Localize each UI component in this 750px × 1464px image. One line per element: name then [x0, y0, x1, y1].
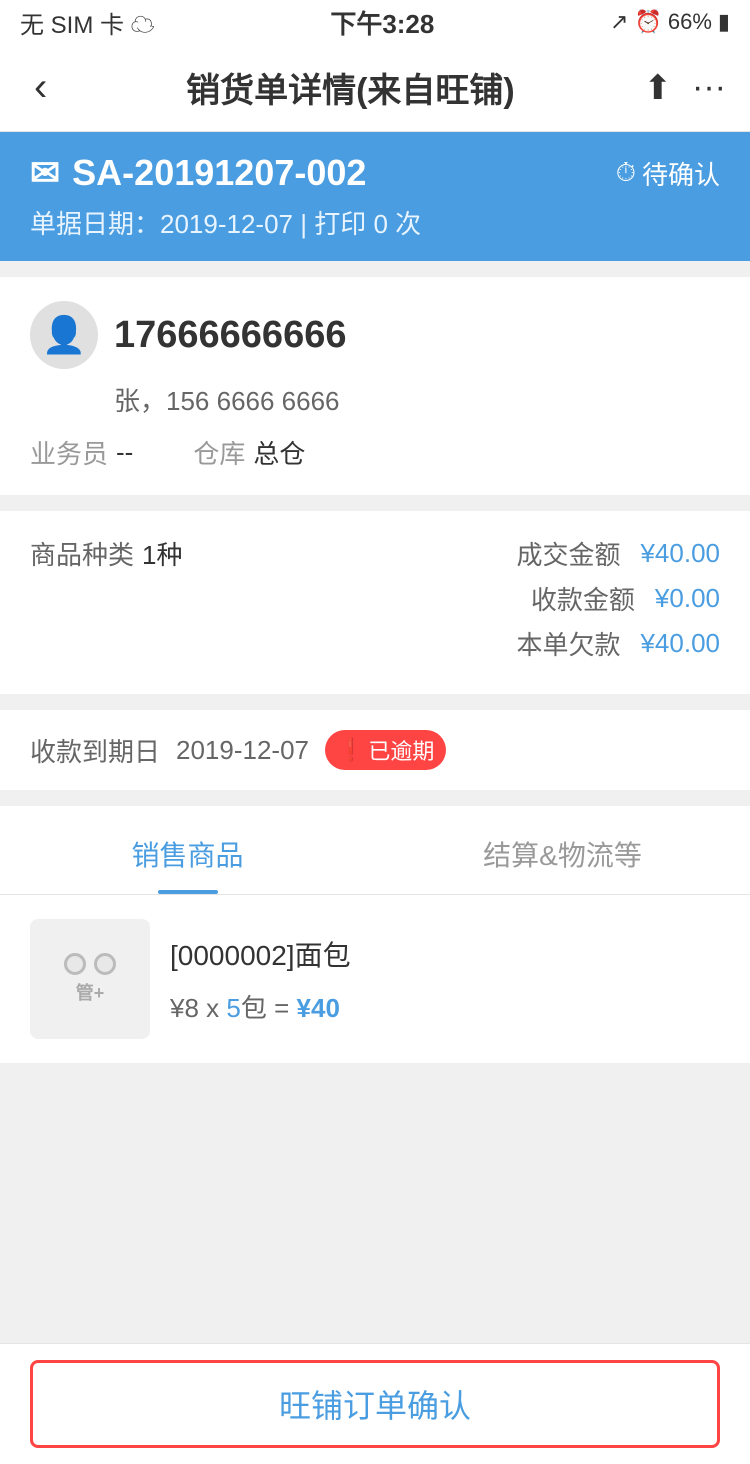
order-id-text: SA-20191207-002 — [72, 152, 366, 194]
product-name: [0000002]面包 — [170, 934, 720, 974]
customer-phone: 17666666666 — [114, 314, 346, 357]
product-qty: 5 — [226, 993, 240, 1023]
due-date-value: 2019-12-07 — [176, 735, 309, 766]
content-filler — [0, 1063, 750, 1343]
tab-settlement-label: 结算&物流等 — [483, 840, 642, 871]
tab-products[interactable]: 销售商品 — [0, 806, 375, 894]
summary-row-received: 收款金额 ¥0.00 — [516, 580, 720, 617]
overdue-icon: ❗ — [337, 737, 364, 763]
avatar-icon: 👤 — [42, 314, 87, 356]
product-code: [0000002] — [170, 940, 295, 971]
product-info: [0000002]面包 ¥8 x 5包 = ¥40 — [170, 934, 720, 1025]
product-price: ¥8 x 5包 = ¥40 — [170, 988, 720, 1025]
nav-bar: ‹ 销货单详情(来自旺铺) ⬆ ··· — [0, 44, 750, 132]
owl-eye-right — [94, 953, 116, 975]
product-name-text: 面包 — [295, 940, 351, 971]
tab-products-label: 销售商品 — [131, 840, 243, 871]
status-right: ↗ ⏰ 66% ▮ — [610, 9, 730, 35]
debt-label: 本单欠款 — [516, 625, 620, 662]
summary-right: 成交金额 ¥40.00 收款金额 ¥0.00 本单欠款 ¥40.00 — [516, 535, 720, 670]
sim-text: 无 SIM 卡 ☁ — [20, 5, 155, 40]
product-logo: 管+ — [50, 949, 130, 1009]
owl-eye-left — [64, 953, 86, 975]
customer-section: 👤 17666666666 张，156 6666 6666 业务员 -- 仓库 … — [0, 277, 750, 495]
order-header: ✉ SA-20191207-002 ⏱ 待确认 单据日期：2019-12-07 … — [0, 132, 750, 261]
location-icon: ↗ — [610, 9, 628, 35]
summary-section: 商品种类 1种 成交金额 ¥40.00 收款金额 ¥0.00 本单欠款 ¥40.… — [0, 511, 750, 694]
equals-sign: = — [274, 993, 296, 1023]
sales-label: 业务员 — [30, 434, 108, 471]
due-date-label: 收款到期日 — [30, 732, 160, 769]
avatar: 👤 — [30, 301, 98, 369]
product-unit: 包 — [241, 993, 267, 1023]
sales-value: -- — [116, 437, 133, 468]
product-thumbnail: 管+ — [30, 919, 150, 1039]
status-bar: 无 SIM 卡 ☁ 下午3:28 ↗ ⏰ 66% ▮ — [0, 0, 750, 44]
deal-label: 成交金额 — [516, 535, 620, 572]
debt-amount: ¥40.00 — [640, 628, 720, 659]
owl-eyes — [64, 953, 116, 975]
battery-icon: ▮ — [718, 9, 730, 35]
due-date-section: 收款到期日 2019-12-07 ❗ 已逾期 — [0, 710, 750, 790]
sales-meta: 业务员 -- — [30, 434, 133, 471]
warehouse-label: 仓库 — [193, 434, 245, 471]
order-status: ⏱ 待确认 — [616, 155, 720, 192]
order-icon: ✉ — [30, 152, 60, 194]
received-amount: ¥0.00 — [655, 583, 720, 614]
multiply-sign: x — [206, 993, 226, 1023]
summary-row-deal: 成交金额 ¥40.00 — [516, 535, 720, 572]
page-title: 销货单详情(来自旺铺) — [186, 63, 515, 112]
received-label: 收款金额 — [531, 580, 635, 617]
status-left: 无 SIM 卡 ☁ — [20, 5, 155, 40]
overdue-text: 已逾期 — [368, 734, 434, 766]
order-id: ✉ SA-20191207-002 — [30, 152, 366, 194]
customer-name: 张，156 6666 6666 — [30, 381, 720, 418]
customer-header: 👤 17666666666 — [30, 301, 720, 369]
product-item: 管+ [0000002]面包 ¥8 x 5包 = ¥40 — [0, 895, 750, 1063]
summary-row-debt: 本单欠款 ¥40.00 — [516, 625, 720, 662]
bottom-bar: 旺铺订单确认 — [0, 1343, 750, 1464]
unit-price: ¥8 — [170, 993, 199, 1023]
warehouse-meta: 仓库 总仓 — [193, 434, 305, 471]
deal-amount: ¥40.00 — [640, 538, 720, 569]
warehouse-value: 总仓 — [253, 434, 305, 471]
summary-left: 商品种类 1种 — [30, 535, 182, 572]
nav-actions: ⬆ ··· — [644, 68, 726, 108]
customer-meta: 业务员 -- 仓库 总仓 — [30, 434, 720, 471]
order-status-text: 待确认 — [642, 155, 720, 192]
confirm-order-button[interactable]: 旺铺订单确认 — [30, 1360, 720, 1448]
status-time: 下午3:28 — [330, 4, 434, 41]
status-clock-icon: ⏱ — [616, 157, 636, 189]
kind-label: 商品种类 — [30, 535, 134, 572]
tabs-section: 销售商品 结算&物流等 管+ [0000002]面包 ¥8 x 5包 — [0, 806, 750, 1063]
share-button[interactable]: ⬆ — [644, 68, 673, 108]
product-total: ¥40 — [297, 993, 340, 1023]
tab-settlement[interactable]: 结算&物流等 — [375, 806, 750, 894]
battery-text: 66% — [668, 9, 712, 35]
alarm-icon: ⏰ — [634, 9, 661, 35]
back-button[interactable]: ‹ — [24, 55, 57, 120]
overdue-badge: ❗ 已逾期 — [325, 730, 446, 770]
order-date: 单据日期：2019-12-07 | 打印 0 次 — [30, 204, 720, 241]
kind-value: 1种 — [142, 535, 182, 572]
owl-logo-text: 管+ — [76, 979, 105, 1005]
more-button[interactable]: ··· — [692, 68, 726, 107]
tabs-header: 销售商品 结算&物流等 — [0, 806, 750, 895]
